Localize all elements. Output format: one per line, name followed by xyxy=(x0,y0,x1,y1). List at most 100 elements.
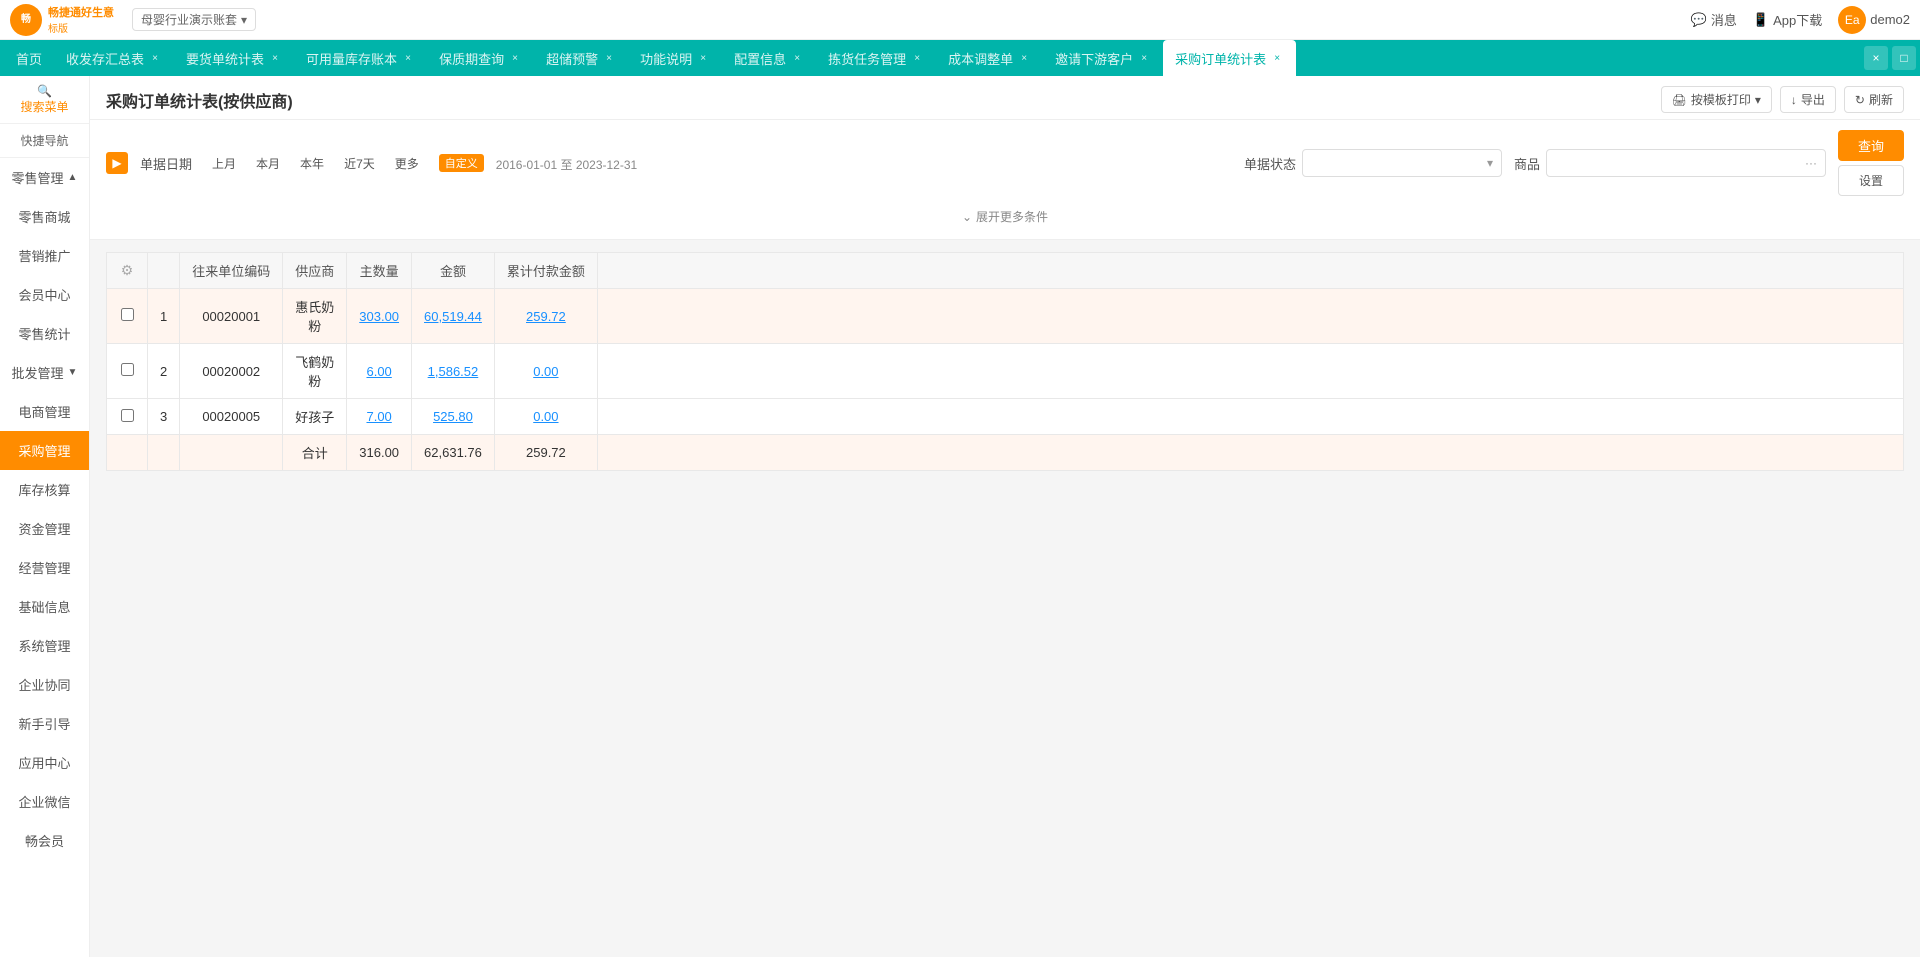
tab-warranty-query-label: 保质期查询 xyxy=(439,49,504,68)
user-avatar[interactable]: Ea demo2 xyxy=(1838,6,1910,34)
phone-icon: 📱 xyxy=(1753,12,1769,28)
sidebar-item-basic-info[interactable]: 基础信息 xyxy=(0,587,89,626)
cell-amount: 1,586.52 xyxy=(412,344,495,399)
export-button[interactable]: ↓ 导出 xyxy=(1780,86,1836,113)
sidebar-item-onboarding[interactable]: 新手引导 xyxy=(0,704,89,743)
date-this-month-button[interactable]: 本月 xyxy=(248,153,288,174)
sidebar-item-retail-mall[interactable]: 零售商城 xyxy=(0,197,89,236)
tab-function-desc[interactable]: 功能说明 × xyxy=(628,40,722,76)
date-more-button[interactable]: 更多 xyxy=(387,153,427,174)
sidebar-search[interactable]: 🔍 搜索菜单 xyxy=(0,76,89,124)
tab-config-info-close[interactable]: × xyxy=(790,51,804,65)
date-last-month-button[interactable]: 上月 xyxy=(204,153,244,174)
tab-order-summary[interactable]: 要货单统计表 × xyxy=(174,40,294,76)
sidebar-item-purchase[interactable]: 采购管理 xyxy=(0,431,89,470)
date-7days-button[interactable]: 近7天 xyxy=(336,153,383,174)
status-filter-label: 单据状态 xyxy=(1244,154,1296,173)
username: demo2 xyxy=(1870,12,1910,27)
tab-config-info[interactable]: 配置信息 × xyxy=(722,40,816,76)
sidebar-item-enterprise[interactable]: 企业协同 xyxy=(0,665,89,704)
tab-cost-adjust[interactable]: 成本调整单 × xyxy=(936,40,1043,76)
date-this-year-button[interactable]: 本年 xyxy=(292,153,332,174)
tab-invite-downstream-close[interactable]: × xyxy=(1137,51,1151,65)
tab-available-stock[interactable]: 可用量库存账本 × xyxy=(294,40,427,76)
tab-cost-adjust-close[interactable]: × xyxy=(1017,51,1031,65)
sidebar-item-ecommerce[interactable]: 电商管理 xyxy=(0,392,89,431)
cell-checkbox[interactable] xyxy=(107,344,148,399)
top-bar-left: 畅 畅捷通好生意 标版 母婴行业演示账套 ▾ xyxy=(10,4,256,36)
expand-filter-button[interactable]: ⌄ 展开更多条件 xyxy=(950,204,1060,229)
close-all-tabs-button[interactable]: × xyxy=(1864,46,1888,70)
tab-function-desc-close[interactable]: × xyxy=(696,51,710,65)
refresh-icon: ↻ xyxy=(1855,93,1865,107)
goods-input[interactable]: ··· xyxy=(1546,149,1826,177)
row-checkbox[interactable] xyxy=(121,308,134,321)
tab-receive-summary-close[interactable]: × xyxy=(148,51,162,65)
main-layout: 🔍 搜索菜单 快捷导航 零售管理 ▲ 零售商城 营销推广 会员中心 零售统计 批… xyxy=(0,76,1920,957)
query-button[interactable]: 查询 xyxy=(1838,130,1904,161)
sidebar-item-wholesale-label: 批发管理 xyxy=(12,363,64,382)
tab-pick-task-close[interactable]: × xyxy=(910,51,924,65)
tab-order-summary-close[interactable]: × xyxy=(268,51,282,65)
sidebar-item-inventory[interactable]: 库存核算 xyxy=(0,470,89,509)
tab-available-stock-close[interactable]: × xyxy=(401,51,415,65)
sidebar-item-marketing[interactable]: 营销推广 xyxy=(0,236,89,275)
footer-qty: 316.00 xyxy=(347,435,412,471)
export-icon: ↓ xyxy=(1791,93,1797,107)
sidebar-item-operations[interactable]: 经营管理 xyxy=(0,548,89,587)
tab-pick-task[interactable]: 拣货任务管理 × xyxy=(816,40,936,76)
sidebar-search-label: 搜索菜单 xyxy=(4,98,85,115)
tab-purchase-summary-close[interactable]: × xyxy=(1270,51,1284,65)
sidebar-item-enterprise-wechat[interactable]: 企业微信 xyxy=(0,782,89,821)
row-checkbox[interactable] xyxy=(121,409,134,422)
print-button[interactable]: 🖨 按模板打印 ▾ xyxy=(1661,86,1772,113)
filter-area: ▶ 单据日期 上月 本月 本年 近7天 更多 自定义 2016-01-01 至 … xyxy=(90,120,1920,240)
sidebar-item-system[interactable]: 系统管理 xyxy=(0,626,89,665)
gear-icon[interactable]: ⚙ xyxy=(119,263,135,279)
tab-warranty-query[interactable]: 保质期查询 × xyxy=(427,40,534,76)
tab-purchase-summary[interactable]: 采购订单统计表 × xyxy=(1163,40,1296,76)
tab-warranty-query-close[interactable]: × xyxy=(508,51,522,65)
workspace-selector[interactable]: 母婴行业演示账套 ▾ xyxy=(132,8,256,31)
tab-available-stock-label: 可用量库存账本 xyxy=(306,49,397,68)
custom-date-tag[interactable]: 自定义 xyxy=(439,154,484,172)
cell-amount: 525.80 xyxy=(412,399,495,435)
cell-supplier: 好孩子 xyxy=(283,399,347,435)
tab-receive-summary[interactable]: 收发存汇总表 × xyxy=(54,40,174,76)
page-header: 采购订单统计表(按供应商) 🖨 按模板打印 ▾ ↓ 导出 ↻ 刷新 xyxy=(90,76,1920,120)
tab-home[interactable]: 首页 xyxy=(4,40,54,76)
tab-over-stock-warning[interactable]: 超储预警 × xyxy=(534,40,628,76)
filter-toggle-button[interactable]: ▶ xyxy=(106,152,128,174)
sidebar-item-member[interactable]: 会员中心 xyxy=(0,275,89,314)
sidebar-item-finance[interactable]: 资金管理 xyxy=(0,509,89,548)
row-checkbox[interactable] xyxy=(121,363,134,376)
filter-row: ▶ 单据日期 上月 本月 本年 近7天 更多 自定义 2016-01-01 至 … xyxy=(106,130,1904,196)
avatar-initial: Ea xyxy=(1845,13,1860,27)
cell-checkbox[interactable] xyxy=(107,399,148,435)
refresh-button[interactable]: ↻ 刷新 xyxy=(1844,86,1904,113)
cell-checkbox[interactable] xyxy=(107,289,148,344)
top-bar: 畅 畅捷通好生意 标版 母婴行业演示账套 ▾ 💬 消息 📱 App下载 Ea d… xyxy=(0,0,1920,40)
sidebar-item-retail[interactable]: 零售管理 ▲ xyxy=(0,158,89,197)
content-area: 采购订单统计表(按供应商) 🖨 按模板打印 ▾ ↓ 导出 ↻ 刷新 xyxy=(90,76,1920,957)
table-header-row: ⚙ 往来单位编码 供应商 主数量 金额 累计付款金额 xyxy=(107,253,1904,289)
status-select[interactable]: ▾ xyxy=(1302,149,1502,177)
export-label: 导出 xyxy=(1801,91,1825,108)
sidebar-item-retail-stats[interactable]: 零售统计 xyxy=(0,314,89,353)
setting-button[interactable]: 设置 xyxy=(1838,165,1904,196)
tab-invite-downstream[interactable]: 邀请下游客户 × xyxy=(1043,40,1163,76)
workspace-name: 母婴行业演示账套 xyxy=(141,11,237,28)
app-download-button[interactable]: 📱 App下载 xyxy=(1753,10,1822,29)
sidebar-item-vip[interactable]: 畅会员 xyxy=(0,821,89,860)
logo-icon: 畅 xyxy=(10,4,42,36)
chevron-expand-icon: ⌄ xyxy=(962,210,972,224)
sidebar-quick-nav[interactable]: 快捷导航 xyxy=(0,124,89,158)
sidebar-item-marketing-label: 营销推广 xyxy=(18,246,70,265)
sidebar-item-wholesale[interactable]: 批发管理 ▼ xyxy=(0,353,89,392)
message-button[interactable]: 💬 消息 xyxy=(1691,10,1737,29)
maximize-button[interactable]: □ xyxy=(1892,46,1916,70)
tab-over-stock-warning-close[interactable]: × xyxy=(602,51,616,65)
sidebar-item-operations-label: 经营管理 xyxy=(18,558,70,577)
th-supplier-code: 往来单位编码 xyxy=(180,253,283,289)
sidebar-item-app-center[interactable]: 应用中心 xyxy=(0,743,89,782)
